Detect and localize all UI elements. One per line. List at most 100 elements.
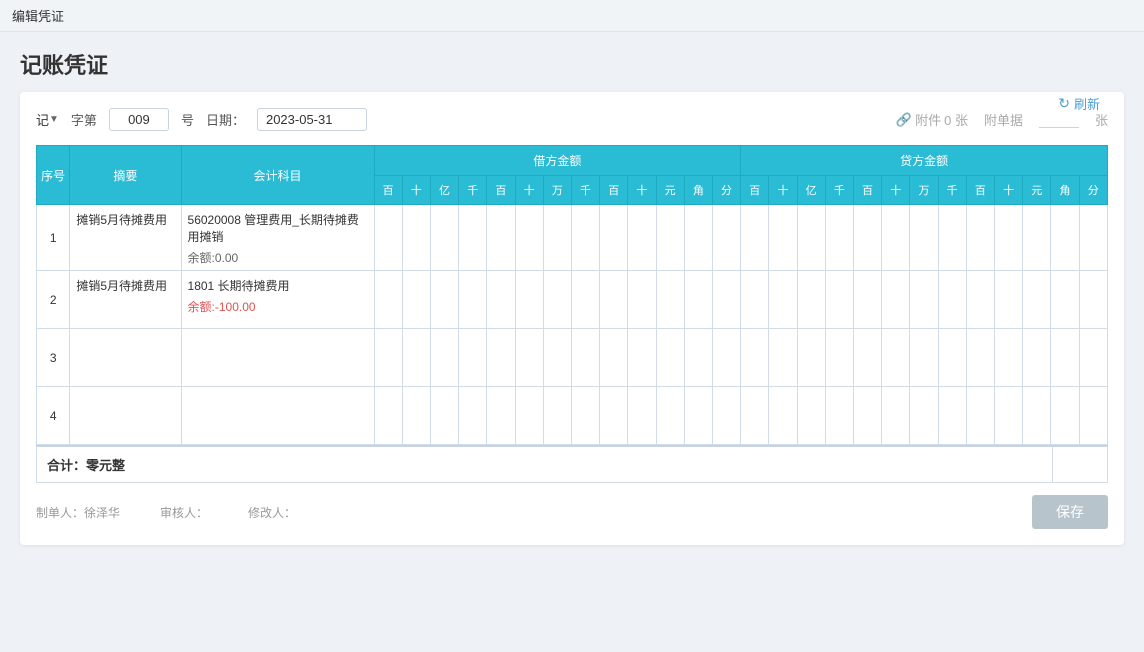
cell-credit-1-1[interactable] [769,271,797,329]
cell-credit-2-7[interactable] [938,329,966,387]
cell-account-2[interactable] [181,329,374,387]
cell-debit-2-5[interactable] [515,329,543,387]
cell-credit-1-4[interactable] [853,271,881,329]
cell-account-1[interactable]: 1801 长期待摊费用余额:-100.00 [181,271,374,329]
cell-debit-0-2[interactable] [430,205,458,271]
cell-debit-1-4[interactable] [487,271,515,329]
cell-credit-0-11[interactable] [1051,205,1079,271]
cell-credit-2-0[interactable] [741,329,769,387]
cell-debit-0-7[interactable] [571,205,599,271]
cell-credit-0-2[interactable] [797,205,825,271]
cell-debit-3-7[interactable] [571,387,599,445]
cell-debit-3-5[interactable] [515,387,543,445]
cell-debit-1-7[interactable] [571,271,599,329]
cell-credit-1-12[interactable] [1079,271,1107,329]
cell-credit-3-2[interactable] [797,387,825,445]
cell-credit-0-8[interactable] [966,205,994,271]
cell-credit-0-6[interactable] [910,205,938,271]
cell-credit-1-7[interactable] [938,271,966,329]
cell-debit-0-1[interactable] [402,205,430,271]
cell-credit-3-9[interactable] [994,387,1022,445]
cell-credit-0-3[interactable] [825,205,853,271]
cell-debit-3-11[interactable] [684,387,712,445]
date-input[interactable] [257,108,367,131]
cell-credit-2-6[interactable] [910,329,938,387]
cell-credit-1-9[interactable] [994,271,1022,329]
cell-debit-0-12[interactable] [712,205,740,271]
cell-credit-2-9[interactable] [994,329,1022,387]
cell-debit-2-12[interactable] [712,329,740,387]
cell-debit-3-4[interactable] [487,387,515,445]
cell-credit-2-3[interactable] [825,329,853,387]
cell-credit-2-1[interactable] [769,329,797,387]
cell-debit-1-5[interactable] [515,271,543,329]
cell-credit-3-1[interactable] [769,387,797,445]
cell-debit-3-2[interactable] [430,387,458,445]
cell-credit-0-7[interactable] [938,205,966,271]
cell-credit-3-12[interactable] [1079,387,1107,445]
cell-debit-0-5[interactable] [515,205,543,271]
cell-credit-0-12[interactable] [1079,205,1107,271]
cell-debit-0-8[interactable] [600,205,628,271]
cell-credit-2-10[interactable] [1023,329,1051,387]
cell-debit-3-8[interactable] [600,387,628,445]
cell-debit-1-10[interactable] [656,271,684,329]
cell-debit-2-6[interactable] [543,329,571,387]
cell-debit-1-0[interactable] [374,271,402,329]
cell-credit-3-6[interactable] [910,387,938,445]
cell-credit-3-8[interactable] [966,387,994,445]
cell-debit-2-4[interactable] [487,329,515,387]
cell-debit-1-8[interactable] [600,271,628,329]
cell-credit-3-11[interactable] [1051,387,1079,445]
cell-credit-0-5[interactable] [882,205,910,271]
cell-credit-2-12[interactable] [1079,329,1107,387]
cell-debit-1-2[interactable] [430,271,458,329]
cell-debit-3-1[interactable] [402,387,430,445]
cell-account-0[interactable]: 56020008 管理费用_长期待摊费用摊销余额:0.00 [181,205,374,271]
cell-debit-3-12[interactable] [712,387,740,445]
cell-debit-2-2[interactable] [430,329,458,387]
cell-debit-1-9[interactable] [628,271,656,329]
cell-credit-0-0[interactable] [741,205,769,271]
voucher-number-input[interactable] [109,108,169,131]
cell-debit-2-10[interactable] [656,329,684,387]
cell-debit-0-0[interactable] [374,205,402,271]
cell-credit-1-3[interactable] [825,271,853,329]
cell-credit-1-0[interactable] [741,271,769,329]
cell-credit-2-5[interactable] [882,329,910,387]
cell-debit-1-11[interactable] [684,271,712,329]
cell-debit-3-3[interactable] [459,387,487,445]
cell-credit-0-10[interactable] [1023,205,1051,271]
cell-debit-0-11[interactable] [684,205,712,271]
cell-credit-1-2[interactable] [797,271,825,329]
cell-debit-0-9[interactable] [628,205,656,271]
cell-debit-2-9[interactable] [628,329,656,387]
voucher-type-dropdown[interactable]: 记 ▼ [36,110,59,129]
cell-debit-3-10[interactable] [656,387,684,445]
cell-credit-2-11[interactable] [1051,329,1079,387]
cell-summary-1[interactable]: 摊销5月待摊费用 [70,271,181,329]
cell-credit-2-8[interactable] [966,329,994,387]
cell-credit-0-9[interactable] [994,205,1022,271]
cell-debit-0-6[interactable] [543,205,571,271]
attachment-link[interactable]: 🔗 附件 0 张 [896,110,968,129]
cell-summary-0[interactable]: 摊销5月待摊费用 [70,205,181,271]
cell-summary-2[interactable] [70,329,181,387]
cell-credit-3-3[interactable] [825,387,853,445]
cell-credit-0-1[interactable] [769,205,797,271]
cell-credit-0-4[interactable] [853,205,881,271]
cell-credit-1-10[interactable] [1023,271,1051,329]
zhang-input[interactable] [1039,112,1079,128]
cell-credit-1-5[interactable] [882,271,910,329]
cell-debit-2-1[interactable] [402,329,430,387]
cell-debit-0-10[interactable] [656,205,684,271]
cell-credit-3-10[interactable] [1023,387,1051,445]
cell-credit-2-2[interactable] [797,329,825,387]
cell-debit-0-3[interactable] [459,205,487,271]
cell-credit-3-7[interactable] [938,387,966,445]
cell-credit-3-0[interactable] [741,387,769,445]
save-button[interactable]: 保存 [1032,495,1108,529]
cell-debit-3-6[interactable] [543,387,571,445]
cell-debit-1-3[interactable] [459,271,487,329]
refresh-button[interactable]: ↻ 刷新 [1058,94,1100,113]
